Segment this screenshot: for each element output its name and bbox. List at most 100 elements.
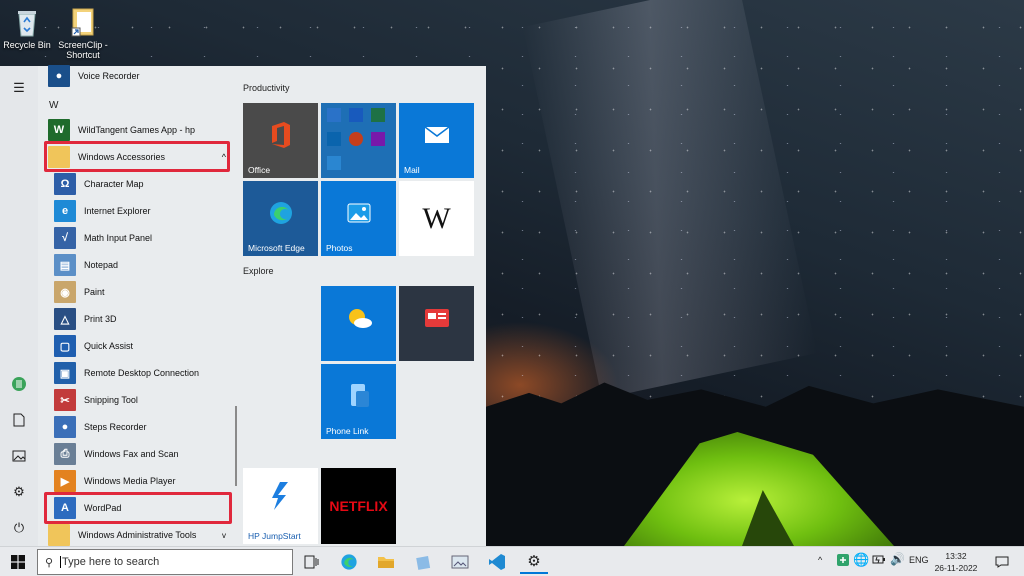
list-item-math-input[interactable]: √ Math Input Panel <box>54 226 152 250</box>
tile-office[interactable]: Office <box>243 103 318 178</box>
app-label: Voice Recorder <box>78 71 140 81</box>
desktop-icon-label: Recycle Bin <box>3 40 51 50</box>
start-button[interactable] <box>0 547 36 576</box>
search-input[interactable]: Type here to search <box>60 556 159 568</box>
tile-wikipedia[interactable]: W <box>399 181 474 256</box>
tile-label: Microsoft Edge <box>248 243 305 253</box>
notepad-icon: ▤ <box>54 254 76 276</box>
news-icon <box>424 308 450 330</box>
desktop-icon-recycle-bin[interactable]: Recycle Bin <box>0 6 54 50</box>
list-item-media-player[interactable]: ▶ Windows Media Player <box>54 469 176 493</box>
paint-icon: ◉ <box>54 281 76 303</box>
settings-icon[interactable]: ⚙ <box>9 482 29 502</box>
app-label: WildTangent Games App - hp <box>78 125 196 135</box>
list-item-fax-scan[interactable]: ⎙ Windows Fax and Scan <box>54 442 179 466</box>
fax-scan-icon: ⎙ <box>54 443 76 465</box>
list-item-windows-accessories[interactable]: Windows Accessories ^ <box>48 145 228 169</box>
power-icon[interactable]: ⏻ <box>9 518 29 538</box>
app-list: ● Voice Recorder W W WildTangent Games A… <box>38 64 238 547</box>
tile-photos[interactable]: Photos <box>321 181 396 256</box>
hamburger-menu-icon[interactable]: ☰ <box>9 78 29 98</box>
list-item-voice-recorder[interactable]: ● Voice Recorder <box>48 64 140 88</box>
list-item-admin-tools[interactable]: Windows Administrative Tools v <box>48 523 228 547</box>
recycle-bin-icon <box>13 6 41 38</box>
tile-label: HP JumpStart <box>248 531 301 541</box>
list-item-remote-desktop[interactable]: ▣ Remote Desktop Connection <box>54 361 199 385</box>
list-item-wildtangent[interactable]: W WildTangent Games App - hp <box>48 118 195 142</box>
tile-label: Office <box>248 165 271 175</box>
windows-logo-icon <box>11 555 25 569</box>
clock[interactable]: 13:32 26-11-2022 <box>930 550 982 574</box>
tile-hp-jumpstart[interactable]: HP JumpStart <box>243 468 318 544</box>
list-item-print-3d[interactable]: △ Print 3D <box>54 307 117 331</box>
folder-icon <box>48 524 70 546</box>
start-menu-rail: ☰ ⚙ ⏻ <box>0 66 38 546</box>
tile-mail[interactable]: Mail <box>399 103 474 178</box>
list-item-paint[interactable]: ◉ Paint <box>54 280 105 304</box>
tile-news[interactable] <box>399 286 474 361</box>
app-label: Remote Desktop Connection <box>84 368 200 378</box>
app-label: Windows Administrative Tools <box>78 530 197 540</box>
settings-taskbar-icon[interactable]: ⚙ <box>520 550 548 574</box>
desktop-icon-screenclip[interactable]: ScreenClip - Shortcut <box>56 6 110 60</box>
app-label: Steps Recorder <box>84 422 147 432</box>
documents-icon[interactable] <box>9 410 29 430</box>
list-item-notepad[interactable]: ▤ Notepad <box>54 253 118 277</box>
desktop-icon-label: ScreenClip - Shortcut <box>58 40 108 60</box>
tile-microsoft-edge[interactable]: Microsoft Edge <box>243 181 318 256</box>
tile-phone-link[interactable]: Phone Link <box>321 364 396 439</box>
app-label: Windows Accessories <box>78 152 166 162</box>
app-list-scrollbar[interactable] <box>235 406 237 486</box>
hp-jumpstart-icon <box>270 481 292 513</box>
photo-viewer-icon[interactable] <box>446 550 474 574</box>
chevron-down-icon: v <box>222 530 226 540</box>
clock-time: 13:32 <box>945 551 967 561</box>
list-item-quick-assist[interactable]: ▢ Quick Assist <box>54 334 133 358</box>
wordpad-icon: A <box>54 497 76 519</box>
app-label: Windows Fax and Scan <box>84 449 179 459</box>
list-item-steps-recorder[interactable]: ● Steps Recorder <box>54 415 147 439</box>
quick-assist-icon: ▢ <box>54 335 76 357</box>
app-label: Notepad <box>84 260 119 270</box>
letter-header[interactable]: W <box>49 100 58 111</box>
list-item-snipping-tool[interactable]: ✂ Snipping Tool <box>54 388 138 412</box>
language-indicator[interactable]: ENG <box>909 555 929 565</box>
search-box[interactable]: ⚲ Type here to search <box>37 549 293 575</box>
edge-taskbar-icon[interactable] <box>335 550 363 574</box>
mail-icon <box>424 126 450 146</box>
list-item-internet-explorer[interactable]: e Internet Explorer <box>54 199 151 223</box>
steps-recorder-icon: ● <box>54 416 76 438</box>
file-explorer-icon[interactable] <box>372 550 400 574</box>
tray-app-icon[interactable] <box>836 553 850 569</box>
list-item-wordpad[interactable]: A WordPad <box>54 496 121 520</box>
microphone-icon: ● <box>48 65 70 87</box>
tile-netflix[interactable]: NETFLIX <box>321 468 396 544</box>
chevron-up-icon: ^ <box>221 152 226 162</box>
group-title-explore[interactable]: Explore <box>243 266 274 276</box>
snipping-tool-icon: ✂ <box>54 389 76 411</box>
pictures-icon[interactable] <box>9 446 29 466</box>
notepad-taskbar-icon[interactable] <box>409 550 437 574</box>
weather-icon <box>345 306 373 332</box>
search-icon: ⚲ <box>44 556 54 569</box>
vscode-icon[interactable] <box>483 550 511 574</box>
show-hidden-icons-chevron[interactable]: ^ <box>818 555 822 565</box>
print-3d-icon: △ <box>54 308 76 330</box>
office-icon <box>268 121 294 151</box>
app-label: Print 3D <box>84 314 117 324</box>
network-globe-icon[interactable]: 🌐 <box>853 552 869 568</box>
tile-office-apps-folder[interactable] <box>321 103 396 178</box>
volume-icon[interactable]: 🔊 <box>890 552 905 566</box>
user-account-icon[interactable] <box>9 374 29 394</box>
notification-center-icon[interactable] <box>988 550 1016 574</box>
folder-shortcut-icon <box>69 6 97 38</box>
media-player-icon: ▶ <box>54 470 76 492</box>
group-title-productivity[interactable]: Productivity <box>243 83 290 93</box>
battery-icon[interactable] <box>872 553 886 567</box>
app-label: Character Map <box>84 179 144 189</box>
list-item-character-map[interactable]: Ω Character Map <box>54 172 144 196</box>
folder-icon <box>48 146 70 168</box>
app-label: Internet Explorer <box>84 206 151 216</box>
tile-weather[interactable] <box>321 286 396 361</box>
task-view-icon[interactable] <box>298 550 326 574</box>
